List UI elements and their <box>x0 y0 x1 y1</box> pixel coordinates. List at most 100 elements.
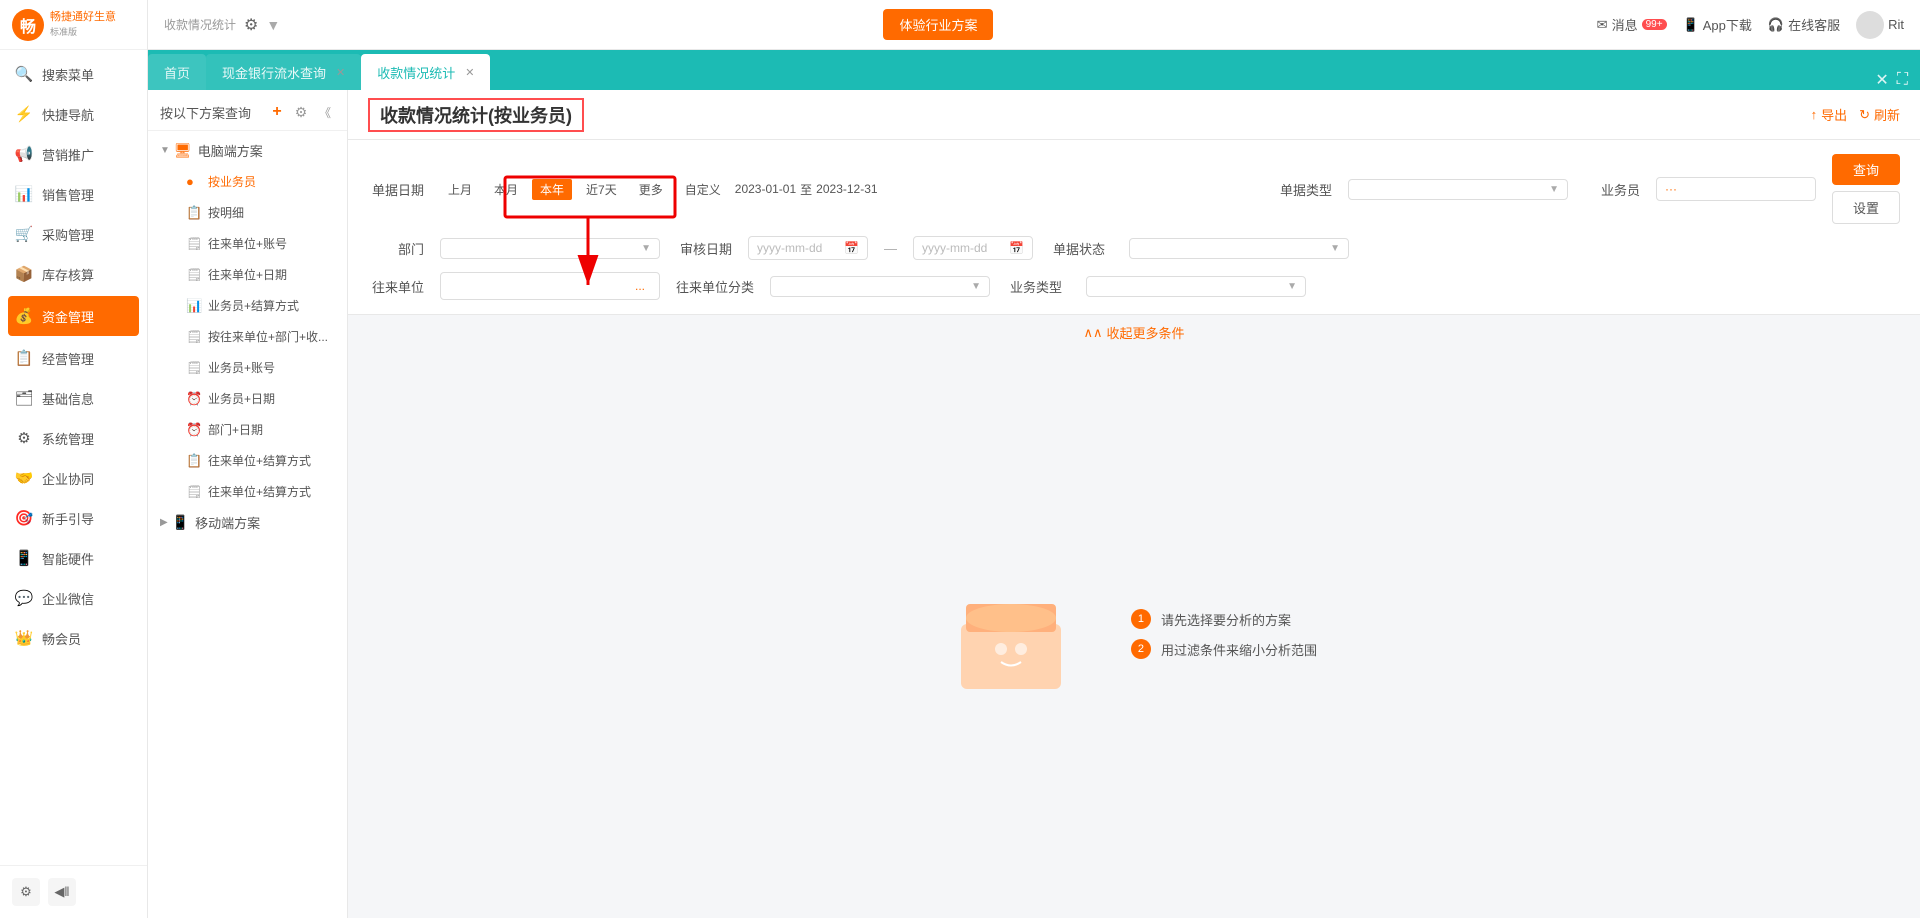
calendar-start-icon: 📅 <box>844 241 859 255</box>
prev-month-btn[interactable]: 上月 <box>440 179 480 200</box>
tab-bank[interactable]: 现金银行流水查询 ✕ <box>206 54 361 90</box>
tab-home[interactable]: 首页 <box>148 54 206 90</box>
scheme-dept-date[interactable]: ⏰ 部门+日期 <box>158 414 347 445</box>
user-avatar[interactable]: Rit <box>1856 11 1904 39</box>
corp-icon: 🤝 <box>14 468 34 488</box>
header-gear-icon[interactable]: ⚙ <box>244 15 258 35</box>
sidebar-item-member[interactable]: 👑 畅会员 <box>0 618 147 658</box>
scheme-by-detail[interactable]: 📋 按明细 <box>158 197 347 228</box>
scheme-unit-account[interactable]: 🗒 往来单位+账号 <box>158 228 347 259</box>
salesman-label: 业务员 <box>1584 180 1640 199</box>
desktop-scheme-group[interactable]: ▼ 🖥 电脑端方案 <box>148 135 347 166</box>
sidebar-item-corp[interactable]: 🤝 企业协同 <box>0 458 147 498</box>
messages-btn[interactable]: ✉ 消息 99+ <box>1597 15 1667 34</box>
online-service-label: 在线客服 <box>1788 15 1840 34</box>
scheme-by-salesman[interactable]: ● 按业务员 <box>158 166 347 197</box>
partner-select[interactable]: ... <box>440 272 660 300</box>
sidebar-item-wechat[interactable]: 💬 企业微信 <box>0 578 147 618</box>
desktop-scheme-items: ● 按业务员 📋 按明细 🗒 往来单位+账号 🗒 往来单位+日期 <box>148 166 347 507</box>
query-button[interactable]: 查询 <box>1832 154 1900 185</box>
receipt-tab-label: 收款情况统计 <box>377 63 455 82</box>
sidebar-item-baseinfo[interactable]: 🗂 基础信息 <box>0 378 147 418</box>
sidebar-item-sales[interactable]: 📊 销售管理 <box>0 174 147 214</box>
panel-header-label: 按以下方案查询 <box>160 103 251 122</box>
user-name: Rit <box>1888 17 1904 32</box>
scheme-unit-date[interactable]: 🗒 往来单位+日期 <box>158 259 347 290</box>
collapse-bar[interactable]: ∧∧ 收起更多条件 <box>348 315 1920 350</box>
refresh-label: 刷新 <box>1874 105 1900 124</box>
scheme-unit-method1[interactable]: 📋 往来单位+结算方式 <box>158 445 347 476</box>
sidebar-item-marketing[interactable]: 📢 营销推广 <box>0 134 147 174</box>
trial-button[interactable]: 体验行业方案 <box>883 9 993 40</box>
mobile-scheme-group[interactable]: ▶ 📱 移动端方案 <box>148 507 347 538</box>
scheme-unit-method2[interactable]: 🗒 往来单位+结算方式 <box>158 476 347 507</box>
review-date-end-value: yyyy-mm-dd <box>922 241 987 255</box>
bank-tab-close[interactable]: ✕ <box>336 66 345 79</box>
partner-more-icon[interactable]: ... <box>629 277 651 295</box>
date-field: 上月 本月 本年 近7天 更多 自定义 2023-01-01 至 2023-12 <box>440 179 1260 200</box>
doc-type-select[interactable]: ▼ <box>1348 179 1568 200</box>
add-scheme-btn[interactable]: + <box>267 102 287 122</box>
chevron-down-icon[interactable]: ▼ <box>266 17 280 33</box>
filter-action-btns: 查询 设置 <box>1832 154 1900 224</box>
scheme-salesman-account[interactable]: 🗒 业务员+账号 <box>158 352 347 383</box>
sidebar-item-hardware[interactable]: 📱 智能硬件 <box>0 538 147 578</box>
tab-close-btn[interactable]: ✕ <box>1875 70 1888 90</box>
partner-category-select[interactable]: ▼ <box>770 276 990 297</box>
scheme-label: 按明细 <box>208 204 335 221</box>
receipt-tab-close[interactable]: ✕ <box>465 66 474 79</box>
online-service-btn[interactable]: 🎧 在线客服 <box>1768 15 1840 34</box>
sidebar-item-newbie[interactable]: 🎯 新手引导 <box>0 498 147 538</box>
tab-receipt[interactable]: 收款情况统计 ✕ <box>361 54 490 90</box>
messages-badge: 99+ <box>1642 19 1667 30</box>
collapse-chevron-icon: ∧∧ <box>1083 325 1102 341</box>
panel-collapse-icon[interactable]: 《 <box>315 102 335 122</box>
filter-settings-button[interactable]: 设置 <box>1832 191 1900 224</box>
system-icon: ⚙ <box>14 428 34 448</box>
sidebar-item-inventory[interactable]: 📦 库存核算 <box>0 254 147 294</box>
empty-step-2: 2 用过滤条件来缩小分析范围 <box>1131 639 1317 659</box>
sidebar-item-finance[interactable]: 💰 资金管理 <box>8 296 139 336</box>
sidebar-item-operations[interactable]: 📋 经营管理 <box>0 338 147 378</box>
app-download-btn[interactable]: 📱 App下载 <box>1683 15 1752 34</box>
date-end-value: 2023-12-31 <box>816 182 877 196</box>
review-date-start[interactable]: yyyy-mm-dd 📅 <box>748 236 868 260</box>
this-year-btn[interactable]: 本年 <box>532 179 572 200</box>
sidebar-settings-btn[interactable]: ⚙ <box>12 878 40 906</box>
sidebar-item-system[interactable]: ⚙ 系统管理 <box>0 418 147 458</box>
last7-btn[interactable]: 近7天 <box>578 179 625 200</box>
header-center: 体验行业方案 <box>883 9 993 40</box>
scheme-label: 业务员+结算方式 <box>208 297 335 314</box>
sidebar-item-search[interactable]: 🔍 搜索菜单 <box>0 54 147 94</box>
custom-date-btn[interactable]: 自定义 <box>677 179 729 200</box>
calendar-end-icon: 📅 <box>1009 241 1024 255</box>
sidebar-collapse-btn[interactable]: ◀‖ <box>48 878 76 906</box>
unit-method2-icon: 🗒 <box>186 484 202 500</box>
salesman-select[interactable]: ··· <box>1656 177 1816 201</box>
scheme-salesman-date[interactable]: ⏰ 业务员+日期 <box>158 383 347 414</box>
scheme-settings-icon[interactable]: ⚙ <box>291 102 311 122</box>
empty-steps: 1 请先选择要分析的方案 2 用过滤条件来缩小分析范围 <box>1131 609 1317 659</box>
this-month-btn[interactable]: 本月 <box>486 179 526 200</box>
scheme-unit-dept-recv[interactable]: 🗒 按往来单位+部门+收... <box>158 321 347 352</box>
tab-maximize-btn[interactable]: ⛶ <box>1897 71 1908 89</box>
tab-bar-actions: ✕ ⛶ <box>1875 70 1920 90</box>
refresh-btn[interactable]: ↻ 刷新 <box>1859 105 1900 124</box>
doc-status-select[interactable]: ▼ <box>1129 238 1349 259</box>
dept-select[interactable]: ▼ <box>440 238 660 259</box>
logo-text-block: 畅捷通好生意 标准版 <box>50 11 116 37</box>
sidebar-item-purchase[interactable]: 🛒 采购管理 <box>0 214 147 254</box>
scheme-label: 部门+日期 <box>208 421 335 438</box>
export-btn[interactable]: ↑ 导出 <box>1811 105 1848 124</box>
logo-text: 畅捷通好生意 <box>50 11 116 24</box>
page-title: 收款情况统计(按业务员) <box>368 98 584 132</box>
unit-dept-icon: 🗒 <box>186 329 202 345</box>
sidebar-item-quicknav[interactable]: ⚡ 快捷导航 <box>0 94 147 134</box>
page-header: 收款情况统计(按业务员) ↑ 导出 ↻ 刷新 <box>348 90 1920 140</box>
sidebar-item-label: 营销推广 <box>42 145 94 164</box>
more-date-btn[interactable]: 更多 <box>631 179 671 200</box>
biz-type-select[interactable]: ▼ <box>1086 276 1306 297</box>
scheme-salesman-method[interactable]: 📊 业务员+结算方式 <box>158 290 347 321</box>
review-date-end[interactable]: yyyy-mm-dd 📅 <box>913 236 1033 260</box>
desktop-icon: 🖥 <box>174 142 192 159</box>
